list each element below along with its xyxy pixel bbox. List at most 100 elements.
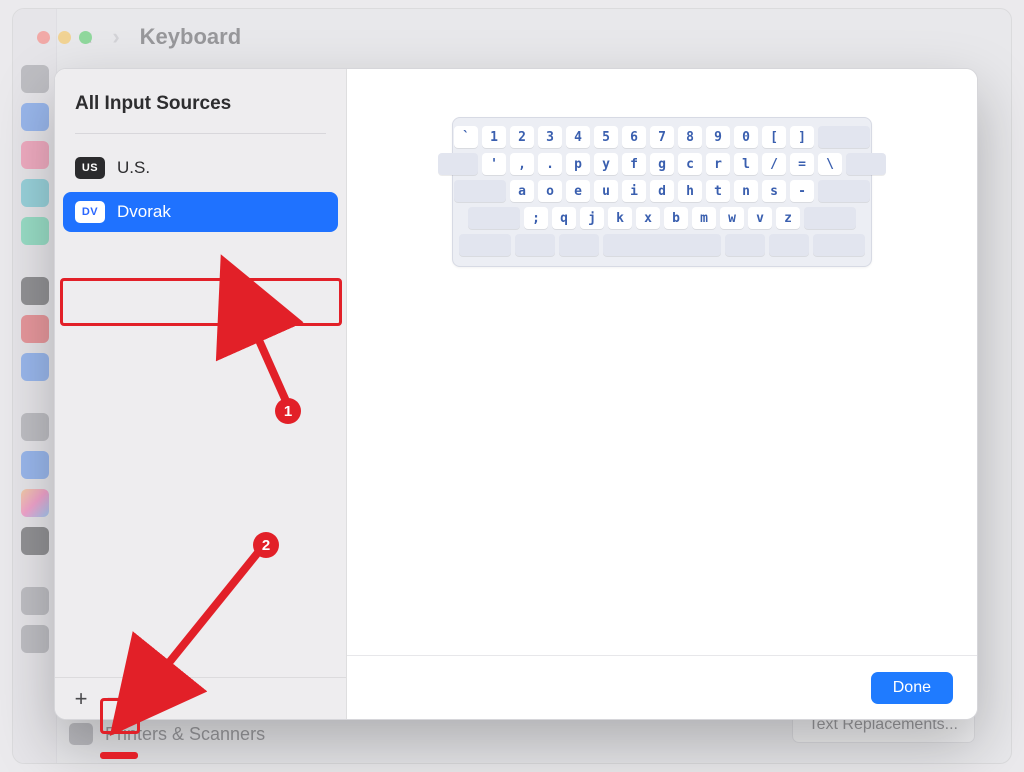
input-source-preview-pane: `1234567890[] ',.pyfgcrl/=\ aoeuidhtns- …: [347, 69, 977, 719]
key: m: [692, 207, 716, 229]
key: v: [748, 207, 772, 229]
fullscreen-window-icon[interactable]: [79, 31, 92, 44]
key: r: [706, 153, 730, 175]
key: o: [538, 180, 562, 202]
key: 3: [538, 126, 562, 148]
key: s: [762, 180, 786, 202]
key: 4: [566, 126, 590, 148]
key: 2: [510, 126, 534, 148]
divider: [75, 133, 326, 134]
key: n: [734, 180, 758, 202]
key: i: [622, 180, 646, 202]
key: 8: [678, 126, 702, 148]
modifier-key: [468, 207, 520, 229]
key: 6: [622, 126, 646, 148]
key: w: [720, 207, 744, 229]
sidebar-item-accessibility[interactable]: [21, 141, 49, 169]
key: ,: [510, 153, 534, 175]
key: 7: [650, 126, 674, 148]
modifier-key: [813, 234, 865, 256]
dv-badge-icon: DV: [75, 201, 105, 223]
key: ': [482, 153, 506, 175]
key: =: [790, 153, 814, 175]
modifier-key: [454, 180, 506, 202]
sidebar-item-network[interactable]: [21, 179, 49, 207]
keyboard-preview: `1234567890[] ',.pyfgcrl/=\ aoeuidhtns- …: [452, 117, 872, 267]
sheet-footer-bar: Done: [347, 655, 977, 719]
input-source-list: US U.S. DV Dvorak: [55, 148, 346, 232]
key: t: [706, 180, 730, 202]
sidebar-item-appearance[interactable]: [21, 103, 49, 131]
key: `: [454, 126, 478, 148]
key: u: [594, 180, 618, 202]
key: p: [566, 153, 590, 175]
settings-sidebar: [13, 9, 57, 763]
key: .: [538, 153, 562, 175]
sidebar-item-trackpad[interactable]: [21, 625, 49, 653]
sidebar-item-touchid[interactable]: [21, 315, 49, 343]
key: z: [776, 207, 800, 229]
key: q: [552, 207, 576, 229]
input-source-label: U.S.: [117, 158, 150, 178]
key: x: [636, 207, 660, 229]
sidebar-item-battery[interactable]: [21, 217, 49, 245]
sidebar-item-users[interactable]: [21, 353, 49, 381]
key: \: [818, 153, 842, 175]
printers-label: Printers & Scanners: [105, 724, 265, 745]
kb-row-2: ',.pyfgcrl/=\: [459, 153, 865, 175]
key: h: [678, 180, 702, 202]
modifier-key: [804, 207, 856, 229]
key: 0: [734, 126, 758, 148]
modifier-key: [818, 180, 870, 202]
kb-row-1: `1234567890[]: [459, 126, 865, 148]
sidebar-item-wallpaper[interactable]: [21, 489, 49, 517]
sidebar-item-passwords[interactable]: [21, 413, 49, 441]
key: /: [762, 153, 786, 175]
key: [: [762, 126, 786, 148]
key: g: [650, 153, 674, 175]
modifier-key: [438, 153, 478, 175]
sidebar-item-keyboard[interactable]: [21, 587, 49, 615]
window-traffic-lights: [37, 31, 92, 44]
sidebar-item-internet-accounts[interactable]: [21, 451, 49, 479]
key: k: [608, 207, 632, 229]
key: e: [566, 180, 590, 202]
key: ]: [790, 126, 814, 148]
key: c: [678, 153, 702, 175]
key: b: [664, 207, 688, 229]
key: d: [650, 180, 674, 202]
kb-row-spacebar: [459, 234, 865, 256]
sidebar-item-dock[interactable]: [21, 527, 49, 555]
modifier-key: [515, 234, 555, 256]
spacebar-key: [603, 234, 721, 256]
sidebar-item-lock[interactable]: [21, 277, 49, 305]
sidebar-footer: + −: [55, 677, 346, 719]
input-source-item-us[interactable]: US U.S.: [63, 148, 338, 188]
input-source-label: Dvorak: [117, 202, 171, 222]
done-button[interactable]: Done: [871, 672, 953, 704]
us-badge-icon: US: [75, 157, 105, 179]
modifier-key: [725, 234, 765, 256]
kb-row-4: ;qjkxbmwvz: [459, 207, 865, 229]
key: -: [790, 180, 814, 202]
key: l: [734, 153, 758, 175]
sidebar-title: All Input Sources: [55, 69, 346, 133]
input-sources-sidebar: All Input Sources US U.S. DV Dvorak + −: [55, 69, 347, 719]
modifier-key: [559, 234, 599, 256]
key: f: [622, 153, 646, 175]
sidebar-item-search[interactable]: [21, 65, 49, 93]
add-source-button[interactable]: +: [65, 683, 97, 715]
modifier-key: [769, 234, 809, 256]
key: a: [510, 180, 534, 202]
kb-row-3: aoeuidhtns-: [459, 180, 865, 202]
input-sources-sheet: All Input Sources US U.S. DV Dvorak + − …: [54, 68, 978, 720]
minimize-window-icon[interactable]: [58, 31, 71, 44]
forward-button: ›: [112, 24, 119, 50]
settings-toolbar: ‹ › Keyboard: [57, 9, 1011, 65]
sidebar-item-printers[interactable]: Printers & Scanners: [69, 723, 265, 745]
input-source-item-dvorak[interactable]: DV Dvorak: [63, 192, 338, 232]
key: y: [594, 153, 618, 175]
remove-source-button[interactable]: −: [97, 683, 129, 715]
page-title: Keyboard: [140, 24, 241, 50]
close-window-icon[interactable]: [37, 31, 50, 44]
